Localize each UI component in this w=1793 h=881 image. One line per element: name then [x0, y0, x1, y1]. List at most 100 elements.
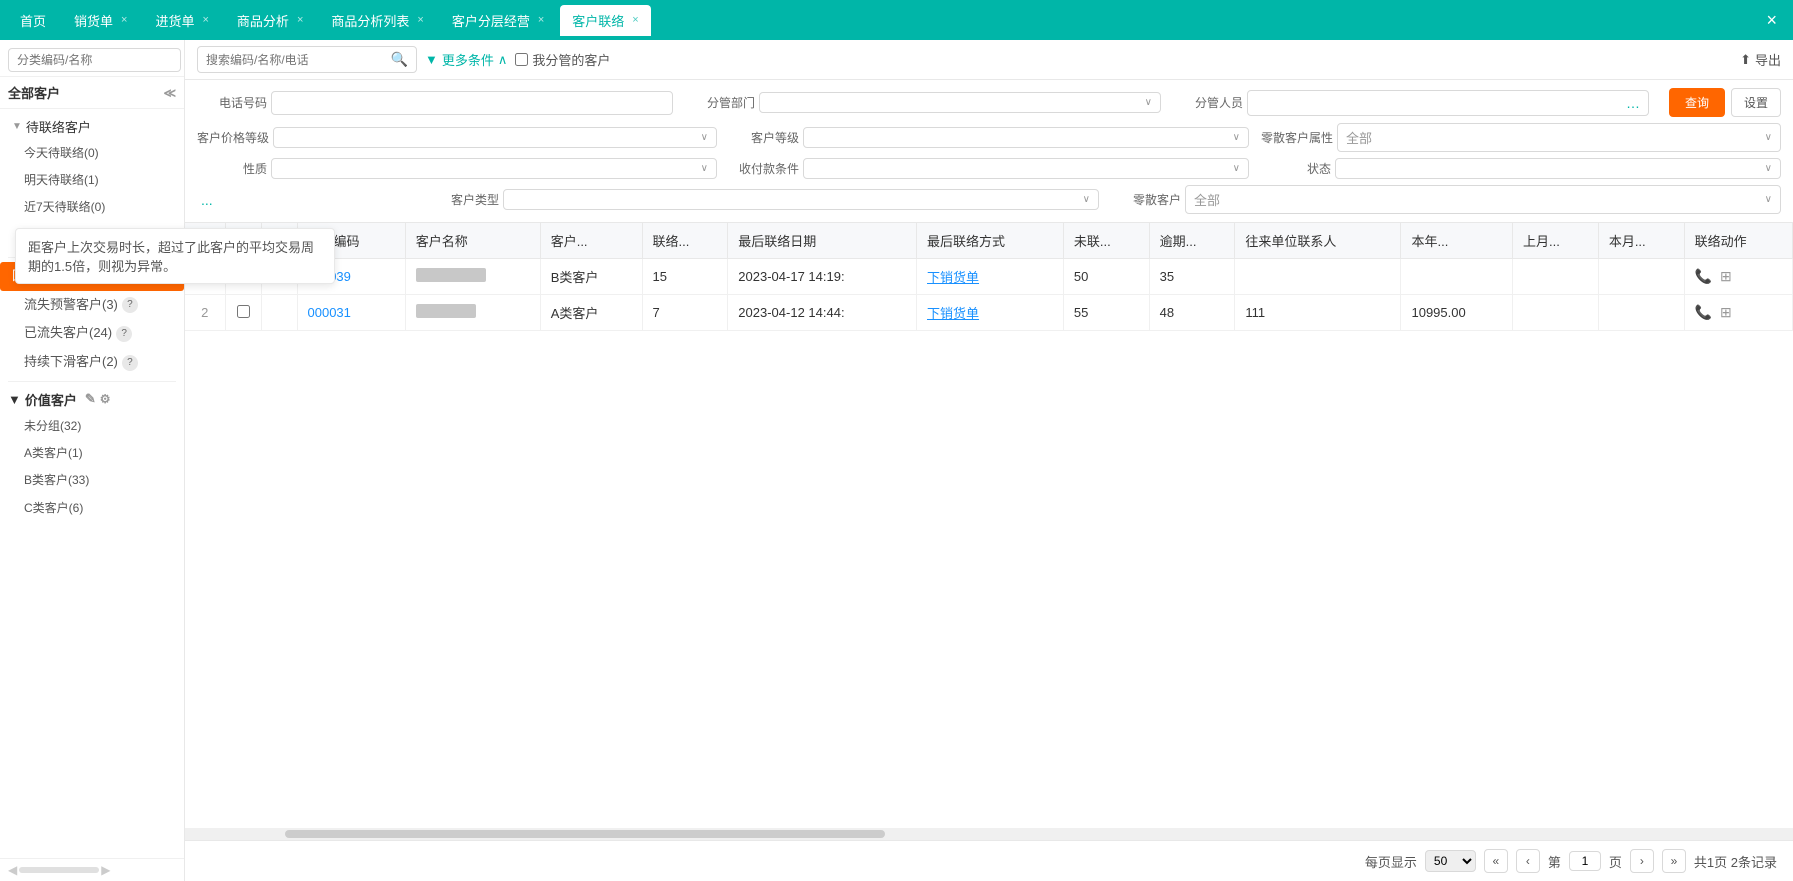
sidebar-item-declining[interactable]: 持续下滑客户(2) ? [0, 348, 184, 377]
extra-dots[interactable]: ... [201, 192, 213, 208]
sidebar-collapse-icon[interactable]: ≪ [163, 86, 176, 100]
export-button[interactable]: ⬆ 导出 [1740, 50, 1781, 69]
payment-select[interactable]: ∨ [803, 158, 1249, 179]
close-sales-icon[interactable]: × [121, 14, 127, 26]
sidebar-scroll-right-icon[interactable]: ▶ [101, 863, 110, 877]
nav-item-goods-list[interactable]: 商品分析列表 × [319, 5, 435, 36]
value-group-edit-icon[interactable]: ✎ [85, 391, 96, 407]
retail-attr-select[interactable]: 全部 ∨ [1337, 123, 1781, 152]
close-goods-list-icon[interactable]: × [417, 14, 423, 26]
method-link-1[interactable]: 下销货单 [927, 270, 979, 285]
sidebar-search-area: 🔍 [0, 40, 184, 77]
sidebar-search-input[interactable] [8, 48, 181, 72]
filter-field-price-level: 客户价格等级 ∨ [197, 127, 717, 148]
phone-input[interactable] [271, 91, 673, 115]
customer-level-arrow-icon: ∨ [1233, 132, 1240, 143]
retail-customer-select[interactable]: 全部 ∨ [1185, 185, 1781, 214]
close-goods-analysis-icon[interactable]: × [297, 14, 303, 26]
filter-field-nature: 性质 ∨ [197, 158, 717, 179]
filter-field-status: 状态 ∨ [1261, 158, 1781, 179]
my-customers-filter: 我分管的客户 [515, 50, 610, 69]
action-grid-icon-1[interactable]: ⊞ [1720, 268, 1732, 285]
col-header-type: 客户... [540, 223, 642, 259]
filter-field-retail-customer: 零散客户 全部 ∨ [1111, 185, 1781, 214]
sidebar-item-c-class[interactable]: C类客户(6) [0, 495, 184, 522]
sidebar-item-7days[interactable]: 近7天待联络(0) [0, 194, 184, 221]
action-phone-icon-2[interactable]: 📞 [1695, 304, 1712, 321]
next-page-button[interactable]: › [1630, 849, 1654, 873]
close-all-tabs-button[interactable]: × [1758, 6, 1785, 35]
first-page-button[interactable]: « [1484, 849, 1508, 873]
nature-arrow-icon: ∨ [701, 163, 708, 174]
col-header-action: 联络动作 [1684, 223, 1792, 259]
content-area: 🔍 ▼ 更多条件 ∧ 我分管的客户 ⬆ 导出 电话号码 [185, 40, 1793, 881]
sidebar-group-pending-title[interactable]: ▼ 待联络客户 [0, 113, 184, 140]
cell-contact-1: 15 [642, 259, 728, 295]
status-select[interactable]: ∨ [1335, 158, 1781, 179]
customer-type-select[interactable]: ∨ [503, 189, 1099, 210]
close-customer-tier-icon[interactable]: × [538, 14, 544, 26]
customer-search-icon[interactable]: 🔍 [391, 51, 408, 68]
action-icons-1: 📞 ⊞ [1695, 268, 1782, 285]
filter-search-box: 🔍 [197, 46, 417, 73]
value-group-settings-icon[interactable]: ⚙ [100, 392, 111, 406]
query-button[interactable]: 查询 [1669, 88, 1725, 117]
nav-item-purchase[interactable]: 进货单 × [143, 5, 220, 36]
manager-select[interactable]: … [1247, 90, 1649, 116]
close-purchase-icon[interactable]: × [202, 14, 208, 26]
retail-customer-arrow-icon: ∨ [1765, 194, 1772, 205]
page-word-end: 页 [1609, 852, 1622, 871]
method-link-2[interactable]: 下销货单 [927, 306, 979, 321]
sidebar-item-b-class[interactable]: B类客户(33) [0, 467, 184, 494]
sidebar-item-lost[interactable]: 已流失客户(24) ? [0, 319, 184, 348]
action-grid-icon-2[interactable]: ⊞ [1720, 304, 1732, 321]
horizontal-scrollbar[interactable] [185, 828, 1793, 840]
close-customer-contact-icon[interactable]: × [632, 14, 638, 26]
value-group-arrow-icon: ▼ [8, 392, 21, 407]
customer-type-arrow-icon: ∨ [1083, 194, 1090, 205]
last-page-button[interactable]: » [1662, 849, 1686, 873]
sidebar-item-lost-warning[interactable]: 流失预警客户(3) ? [0, 291, 184, 320]
table-area: ⚙ 客户编码 客户名称 客户... 联络... 最后联络日期 最后联络方式 未联… [185, 223, 1793, 828]
my-customers-checkbox[interactable] [515, 53, 528, 66]
nav-item-customer-tier[interactable]: 客户分层经营 × [440, 5, 556, 36]
cell-method-1[interactable]: 下销货单 [917, 259, 1064, 295]
cell-type-1: B类客户 [540, 259, 642, 295]
nav-item-home[interactable]: 首页 [8, 5, 58, 36]
action-phone-icon-1[interactable]: 📞 [1695, 268, 1712, 285]
sidebar-all-customers[interactable]: 全部客户 ≪ [0, 77, 184, 109]
nature-select[interactable]: ∨ [271, 158, 717, 179]
filter-top-bar: 🔍 ▼ 更多条件 ∧ 我分管的客户 ⬆ 导出 [185, 40, 1793, 80]
row-checkbox-2[interactable] [237, 305, 250, 318]
price-level-select[interactable]: ∨ [273, 127, 717, 148]
customer-search-input[interactable] [206, 53, 387, 67]
nav-item-sales[interactable]: 销货单 × [62, 5, 139, 36]
sidebar-item-ungroup[interactable]: 未分组(32) [0, 413, 184, 440]
cell-code-2[interactable]: 000031 [297, 295, 405, 331]
sidebar-item-today[interactable]: 今天待联络(0) [0, 140, 184, 167]
cell-method-2[interactable]: 下销货单 [917, 295, 1064, 331]
manager-label: 分管人员 [1173, 94, 1243, 111]
sidebar-item-tomorrow[interactable]: 明天待联络(1) [0, 167, 184, 194]
sidebar-scroll-left-icon[interactable]: ◀ [8, 863, 17, 877]
nav-item-goods-analysis[interactable]: 商品分析 × [225, 5, 315, 36]
more-conditions-button[interactable]: ▼ 更多条件 ∧ [425, 50, 507, 69]
page-size-select[interactable]: 50 100 200 [1425, 850, 1476, 872]
sidebar-value-group-title[interactable]: ▼ 价值客户 ✎ ⚙ [0, 386, 184, 413]
settings-button[interactable]: 设置 [1731, 88, 1781, 117]
customer-level-select[interactable]: ∨ [803, 127, 1249, 148]
page-number-input[interactable] [1569, 851, 1601, 871]
col-header-this-month: 本月... [1598, 223, 1684, 259]
manager-more-icon[interactable]: … [1626, 95, 1640, 111]
retail-attr-label: 零散客户属性 [1261, 129, 1333, 146]
prev-page-button[interactable]: ‹ [1516, 849, 1540, 873]
dept-select[interactable]: ∨ [759, 92, 1161, 113]
col-header-last-month: 上月... [1513, 223, 1599, 259]
cell-action-2: 📞 ⊞ [1684, 295, 1792, 331]
sidebar-item-a-class[interactable]: A类客户(1) [0, 440, 184, 467]
chevron-down-icon: ∧ [498, 52, 508, 68]
nav-item-customer-contact[interactable]: 客户联络 × [560, 5, 650, 36]
price-level-arrow-icon: ∨ [701, 132, 708, 143]
col-header-this-year: 本年... [1401, 223, 1513, 259]
cell-this-year-1 [1401, 259, 1513, 295]
